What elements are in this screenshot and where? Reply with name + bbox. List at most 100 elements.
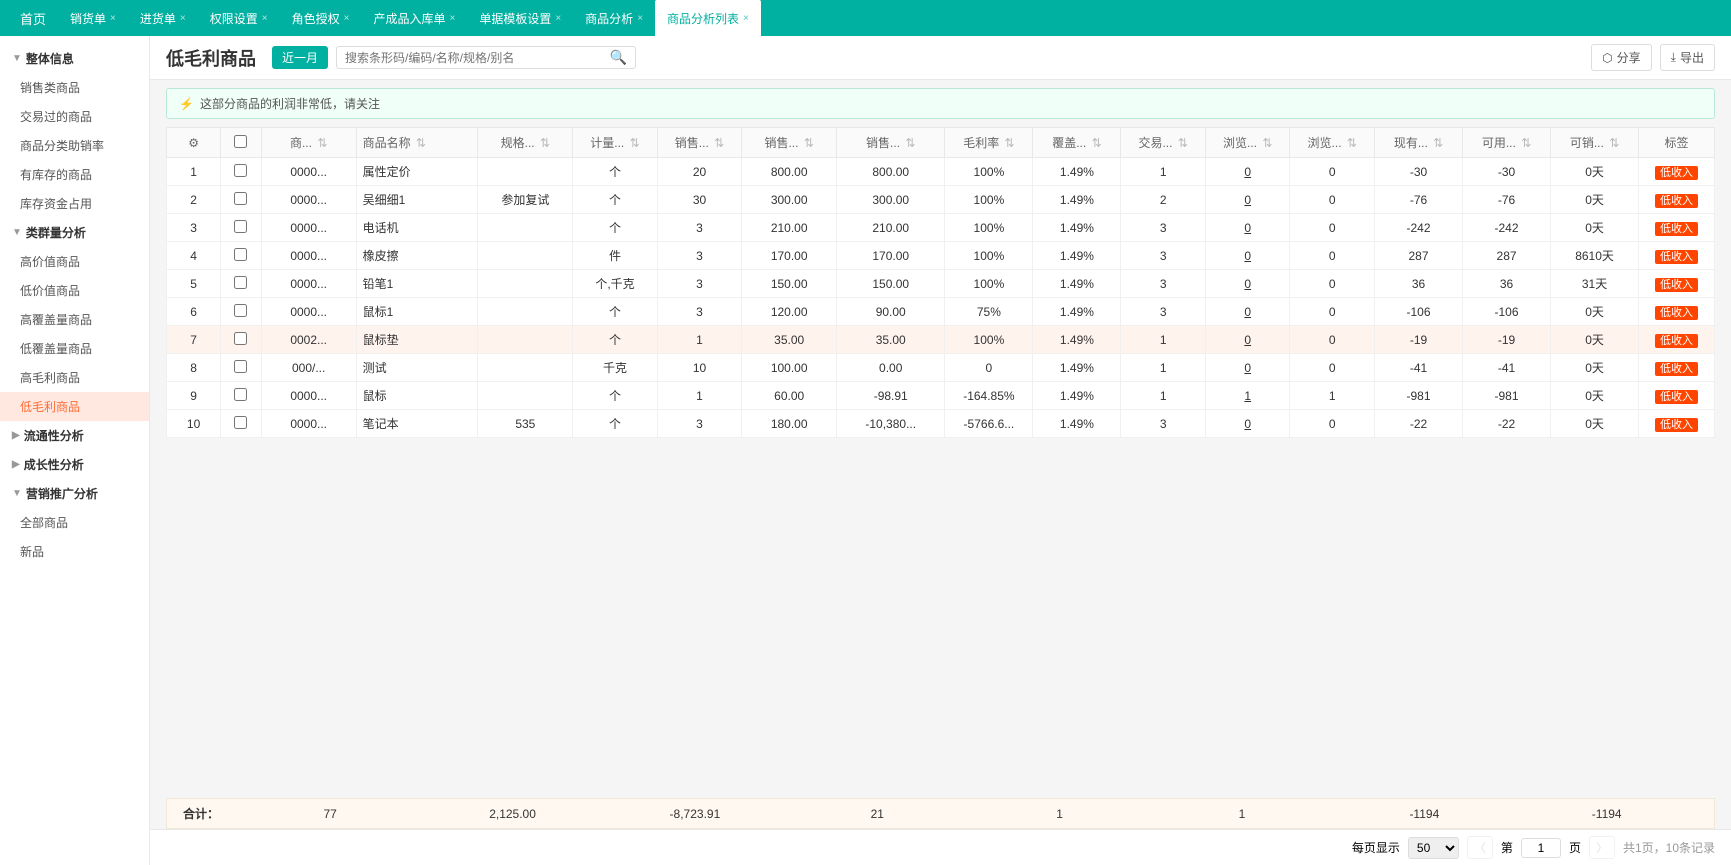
row-checkbox[interactable] [234, 388, 247, 401]
cell-checkbox[interactable] [221, 270, 262, 298]
th-unit[interactable]: 计量... ⇅ [573, 128, 658, 158]
cell-view1[interactable]: 0 [1205, 354, 1290, 382]
nav-sales[interactable]: 销货单 × [58, 0, 128, 36]
prev-page-button[interactable]: 〈 [1467, 836, 1493, 859]
nav-product-in[interactable]: 产成品入库单 × [361, 0, 467, 36]
sidebar-item-stock-capital[interactable]: 库存资金占用 [0, 189, 149, 218]
view1-link[interactable]: 0 [1244, 305, 1251, 319]
nav-analysis-list-close[interactable]: × [743, 13, 749, 24]
cell-checkbox[interactable] [221, 382, 262, 410]
nav-template-close[interactable]: × [555, 13, 561, 24]
cell-view1[interactable]: 0 [1205, 242, 1290, 270]
sidebar-item-sales-goods[interactable]: 销售类商品 [0, 73, 149, 102]
sidebar-item-new-goods[interactable]: 新品 [0, 537, 149, 566]
sidebar-group-overview[interactable]: ▼ 整体信息 [0, 44, 149, 73]
per-page-select[interactable]: 50 100 200 [1408, 837, 1459, 859]
table-container[interactable]: ⚙ 商... ⇅ 商品名称 ⇅ 规格... ⇅ 计量... ⇅ 销售... ⇅ … [150, 127, 1731, 798]
sidebar-item-high-coverage[interactable]: 高覆盖量商品 [0, 305, 149, 334]
nav-purchase-close[interactable]: × [180, 13, 186, 24]
row-checkbox[interactable] [234, 360, 247, 373]
th-sale-qty[interactable]: 销售... ⇅ [657, 128, 742, 158]
row-checkbox[interactable] [234, 164, 247, 177]
th-settings[interactable]: ⚙ [167, 128, 221, 158]
th-tag[interactable]: 标签 [1639, 128, 1715, 158]
page-input[interactable] [1521, 838, 1561, 858]
cell-checkbox[interactable] [221, 186, 262, 214]
th-sale-price[interactable]: 销售... ⇅ [742, 128, 837, 158]
sidebar-item-low-profit[interactable]: 低毛利商品 [0, 392, 149, 421]
export-button[interactable]: ⤓ 导出 [1660, 44, 1715, 71]
th-current[interactable]: 现有... ⇅ [1375, 128, 1463, 158]
view1-link[interactable]: 0 [1244, 417, 1251, 431]
nav-analysis-list[interactable]: 商品分析列表 × [655, 0, 761, 36]
search-input[interactable] [345, 51, 610, 65]
sidebar-item-category-rate[interactable]: 商品分类助销率 [0, 131, 149, 160]
cell-view1[interactable]: 0 [1205, 270, 1290, 298]
view1-link[interactable]: 0 [1244, 361, 1251, 375]
cell-checkbox[interactable] [221, 410, 262, 438]
row-checkbox[interactable] [234, 220, 247, 233]
th-view2[interactable]: 浏览... ⇅ [1290, 128, 1375, 158]
row-checkbox[interactable] [234, 192, 247, 205]
cell-view1[interactable]: 0 [1205, 298, 1290, 326]
sidebar-item-in-stock[interactable]: 有库存的商品 [0, 160, 149, 189]
sidebar-item-high-profit[interactable]: 高毛利商品 [0, 363, 149, 392]
cell-view1[interactable]: 0 [1205, 214, 1290, 242]
th-code[interactable]: 商... ⇅ [261, 128, 356, 158]
select-all-checkbox[interactable] [234, 135, 247, 148]
nav-role[interactable]: 角色授权 × [280, 0, 362, 36]
nav-role-close[interactable]: × [344, 13, 350, 24]
cell-checkbox[interactable] [221, 242, 262, 270]
view1-link[interactable]: 0 [1244, 193, 1251, 207]
cell-checkbox[interactable] [221, 158, 262, 186]
th-checkbox[interactable] [221, 128, 262, 158]
nav-analysis-close[interactable]: × [637, 13, 643, 24]
nav-permission[interactable]: 权限设置 × [198, 0, 280, 36]
search-box[interactable]: 🔍 [336, 46, 636, 69]
sidebar-item-low-value[interactable]: 低价值商品 [0, 276, 149, 305]
view1-link[interactable]: 1 [1244, 389, 1251, 403]
sidebar-item-traded[interactable]: 交易过的商品 [0, 102, 149, 131]
sidebar-item-all-goods[interactable]: 全部商品 [0, 508, 149, 537]
th-sale-profit[interactable]: 销售... ⇅ [837, 128, 945, 158]
cell-view1[interactable]: 0 [1205, 158, 1290, 186]
nav-analysis[interactable]: 商品分析 × [573, 0, 655, 36]
sidebar-group-circulation[interactable]: ▶ 流通性分析 [0, 421, 149, 450]
view1-link[interactable]: 0 [1244, 277, 1251, 291]
th-available[interactable]: 可用... ⇅ [1463, 128, 1551, 158]
row-checkbox[interactable] [234, 248, 247, 261]
cell-checkbox[interactable] [221, 354, 262, 382]
row-checkbox[interactable] [234, 416, 247, 429]
row-checkbox[interactable] [234, 276, 247, 289]
view1-link[interactable]: 0 [1244, 333, 1251, 347]
next-page-button[interactable]: 〉 [1589, 836, 1615, 859]
cell-checkbox[interactable] [221, 214, 262, 242]
th-profit-rate[interactable]: 毛利率 ⇅ [945, 128, 1033, 158]
th-name[interactable]: 商品名称 ⇅ [356, 128, 478, 158]
row-checkbox[interactable] [234, 304, 247, 317]
sidebar-group-marketing[interactable]: ▼ 营销推广分析 [0, 479, 149, 508]
th-saleable[interactable]: 可销... ⇅ [1551, 128, 1639, 158]
view1-link[interactable]: 0 [1244, 165, 1251, 179]
nav-product-in-close[interactable]: × [449, 13, 455, 24]
sidebar-item-low-coverage[interactable]: 低覆盖量商品 [0, 334, 149, 363]
cell-checkbox[interactable] [221, 298, 262, 326]
nav-template[interactable]: 单据模板设置 × [467, 0, 573, 36]
row-checkbox[interactable] [234, 332, 247, 345]
view1-link[interactable]: 0 [1244, 249, 1251, 263]
nav-sales-close[interactable]: × [110, 13, 116, 24]
th-coverage[interactable]: 覆盖... ⇅ [1033, 128, 1121, 158]
view1-link[interactable]: 0 [1244, 221, 1251, 235]
th-spec[interactable]: 规格... ⇅ [478, 128, 573, 158]
share-button[interactable]: ⬡ 分享 [1591, 44, 1652, 71]
nav-purchase[interactable]: 进货单 × [128, 0, 198, 36]
sidebar-group-growth[interactable]: ▶ 成长性分析 [0, 450, 149, 479]
cell-checkbox[interactable] [221, 326, 262, 354]
nav-home[interactable]: 首页 [8, 0, 58, 36]
th-view1[interactable]: 浏览... ⇅ [1205, 128, 1290, 158]
cell-view1[interactable]: 1 [1205, 382, 1290, 410]
nav-permission-close[interactable]: × [262, 13, 268, 24]
th-transaction[interactable]: 交易... ⇅ [1121, 128, 1206, 158]
sidebar-group-cluster[interactable]: ▼ 类群量分析 [0, 218, 149, 247]
period-button[interactable]: 近一月 [272, 46, 328, 69]
